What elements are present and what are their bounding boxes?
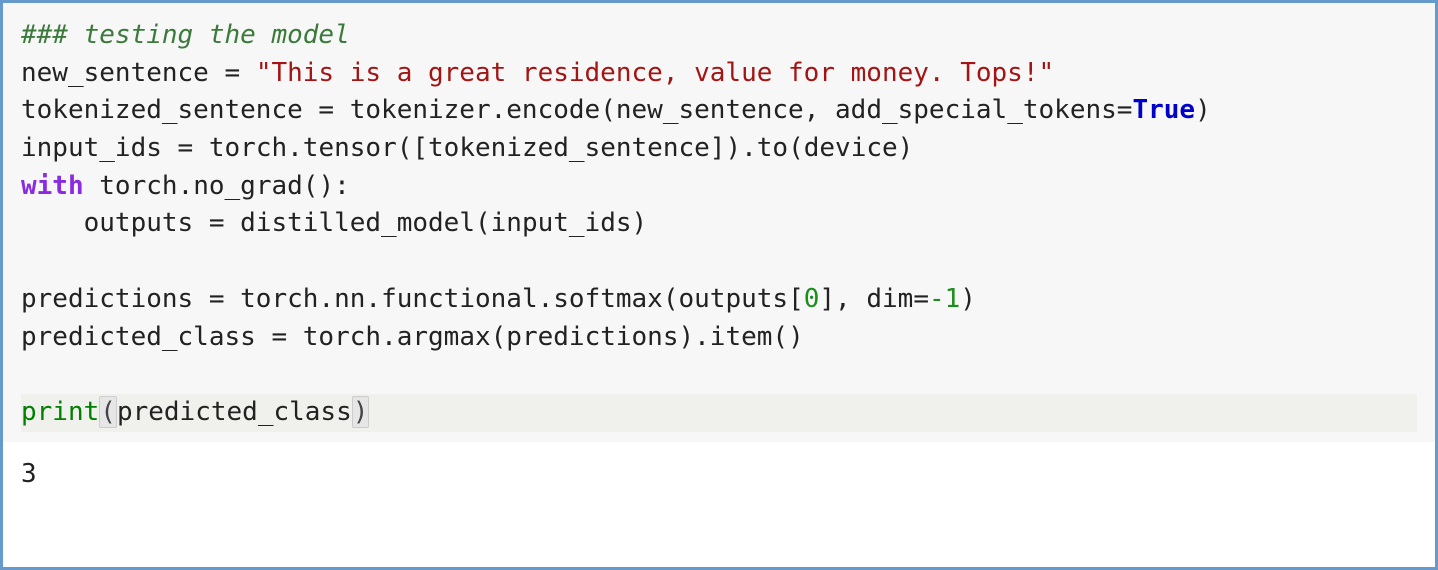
paren-open: ( bbox=[663, 284, 679, 314]
operator: = bbox=[303, 95, 350, 125]
code-line-blank bbox=[21, 356, 1417, 394]
comma: , bbox=[835, 284, 866, 314]
dot: . bbox=[365, 284, 381, 314]
identifier: tokenized_sentence bbox=[21, 95, 303, 125]
identifier: torch bbox=[99, 171, 177, 201]
operator: = bbox=[913, 284, 929, 314]
identifier: outputs bbox=[84, 208, 194, 238]
string-literal: "This is a great residence, value for mo… bbox=[256, 58, 1054, 88]
identifier: input_ids bbox=[21, 133, 162, 163]
paren-close: ) bbox=[725, 133, 741, 163]
method: no_grad bbox=[193, 171, 303, 201]
method: item bbox=[710, 322, 773, 352]
paren-open-highlight: ( bbox=[99, 396, 117, 428]
paren-close: ) bbox=[1195, 95, 1211, 125]
operator: = bbox=[1117, 95, 1133, 125]
code-line: predicted_class = torch.argmax(predictio… bbox=[21, 319, 1417, 357]
arg: predictions bbox=[506, 322, 678, 352]
code-line: with torch.no_grad(): bbox=[21, 168, 1417, 206]
paren-open: ( bbox=[491, 322, 507, 352]
kw-value: True bbox=[1132, 95, 1195, 125]
paren-open: ( bbox=[600, 95, 616, 125]
bracket-close: ] bbox=[710, 133, 726, 163]
paren-open: ( bbox=[772, 322, 788, 352]
identifier: torch bbox=[240, 284, 318, 314]
code-line: outputs = distilled_model(input_ids) bbox=[21, 205, 1417, 243]
operator: = bbox=[193, 284, 240, 314]
method: encode bbox=[506, 95, 600, 125]
bracket-close: ] bbox=[819, 284, 835, 314]
arg: input_ids bbox=[491, 208, 632, 238]
dot: . bbox=[287, 133, 303, 163]
operator: = bbox=[209, 58, 256, 88]
code-line-blank bbox=[21, 243, 1417, 281]
code-line: input_ids = torch.tensor([tokenized_sent… bbox=[21, 130, 1417, 168]
code-line: ### testing the model bbox=[21, 17, 1417, 55]
paren-close: ) bbox=[632, 208, 648, 238]
notebook-cell: ### testing the model new_sentence = "Thi… bbox=[0, 0, 1438, 570]
paren-close: ) bbox=[788, 322, 804, 352]
colon: : bbox=[334, 171, 350, 201]
identifier: nn bbox=[334, 284, 365, 314]
identifier: torch bbox=[209, 133, 287, 163]
paren-open: ( bbox=[303, 171, 319, 201]
paren-close: ) bbox=[898, 133, 914, 163]
method: to bbox=[757, 133, 788, 163]
paren-close: ) bbox=[960, 284, 976, 314]
bracket-open: [ bbox=[788, 284, 804, 314]
code-line: tokenized_sentence = tokenizer.encode(ne… bbox=[21, 92, 1417, 130]
identifier: torch bbox=[303, 322, 381, 352]
dot: . bbox=[318, 284, 334, 314]
operator: = bbox=[256, 322, 303, 352]
number: -1 bbox=[929, 284, 960, 314]
identifier: functional bbox=[381, 284, 538, 314]
blank bbox=[21, 359, 37, 389]
indent bbox=[21, 208, 84, 238]
identifier: tokenizer bbox=[350, 95, 491, 125]
kwarg: add_special_tokens bbox=[835, 95, 1117, 125]
arg: tokenized_sentence bbox=[428, 133, 710, 163]
paren-close: ) bbox=[678, 322, 694, 352]
paren-open: ( bbox=[397, 133, 413, 163]
dot: . bbox=[381, 322, 397, 352]
arg: predicted_class bbox=[117, 397, 352, 427]
dot: . bbox=[694, 322, 710, 352]
builtin: print bbox=[21, 397, 99, 427]
output-area: 3 bbox=[3, 442, 1435, 508]
code-line-active: print(predicted_class) bbox=[21, 394, 1417, 432]
arg: outputs bbox=[679, 284, 789, 314]
comma: , bbox=[804, 95, 835, 125]
arg: device bbox=[804, 133, 898, 163]
paren-close: ) bbox=[318, 171, 334, 201]
operator: = bbox=[162, 133, 209, 163]
code-input-area[interactable]: ### testing the model new_sentence = "Thi… bbox=[3, 3, 1435, 442]
method: argmax bbox=[397, 322, 491, 352]
space bbox=[84, 171, 100, 201]
dot: . bbox=[491, 95, 507, 125]
arg: new_sentence bbox=[616, 95, 804, 125]
identifier: predictions bbox=[21, 284, 193, 314]
keyword-with: with bbox=[21, 171, 84, 201]
dot: . bbox=[741, 133, 757, 163]
dot: . bbox=[538, 284, 554, 314]
identifier: predicted_class bbox=[21, 322, 256, 352]
bracket-open: [ bbox=[412, 133, 428, 163]
dot: . bbox=[178, 171, 194, 201]
method: softmax bbox=[553, 284, 663, 314]
kwarg: dim bbox=[866, 284, 913, 314]
code-line: new_sentence = "This is a great residenc… bbox=[21, 55, 1417, 93]
code-line: predictions = torch.nn.functional.softma… bbox=[21, 281, 1417, 319]
number: 0 bbox=[804, 284, 820, 314]
comment: ### testing the model bbox=[21, 20, 350, 50]
blank bbox=[21, 246, 37, 276]
paren-open: ( bbox=[788, 133, 804, 163]
method: tensor bbox=[303, 133, 397, 163]
paren-open: ( bbox=[475, 208, 491, 238]
identifier: new_sentence bbox=[21, 58, 209, 88]
output-value: 3 bbox=[21, 459, 37, 489]
paren-close-highlight: ) bbox=[352, 396, 370, 428]
identifier: distilled_model bbox=[240, 208, 475, 238]
operator: = bbox=[193, 208, 240, 238]
